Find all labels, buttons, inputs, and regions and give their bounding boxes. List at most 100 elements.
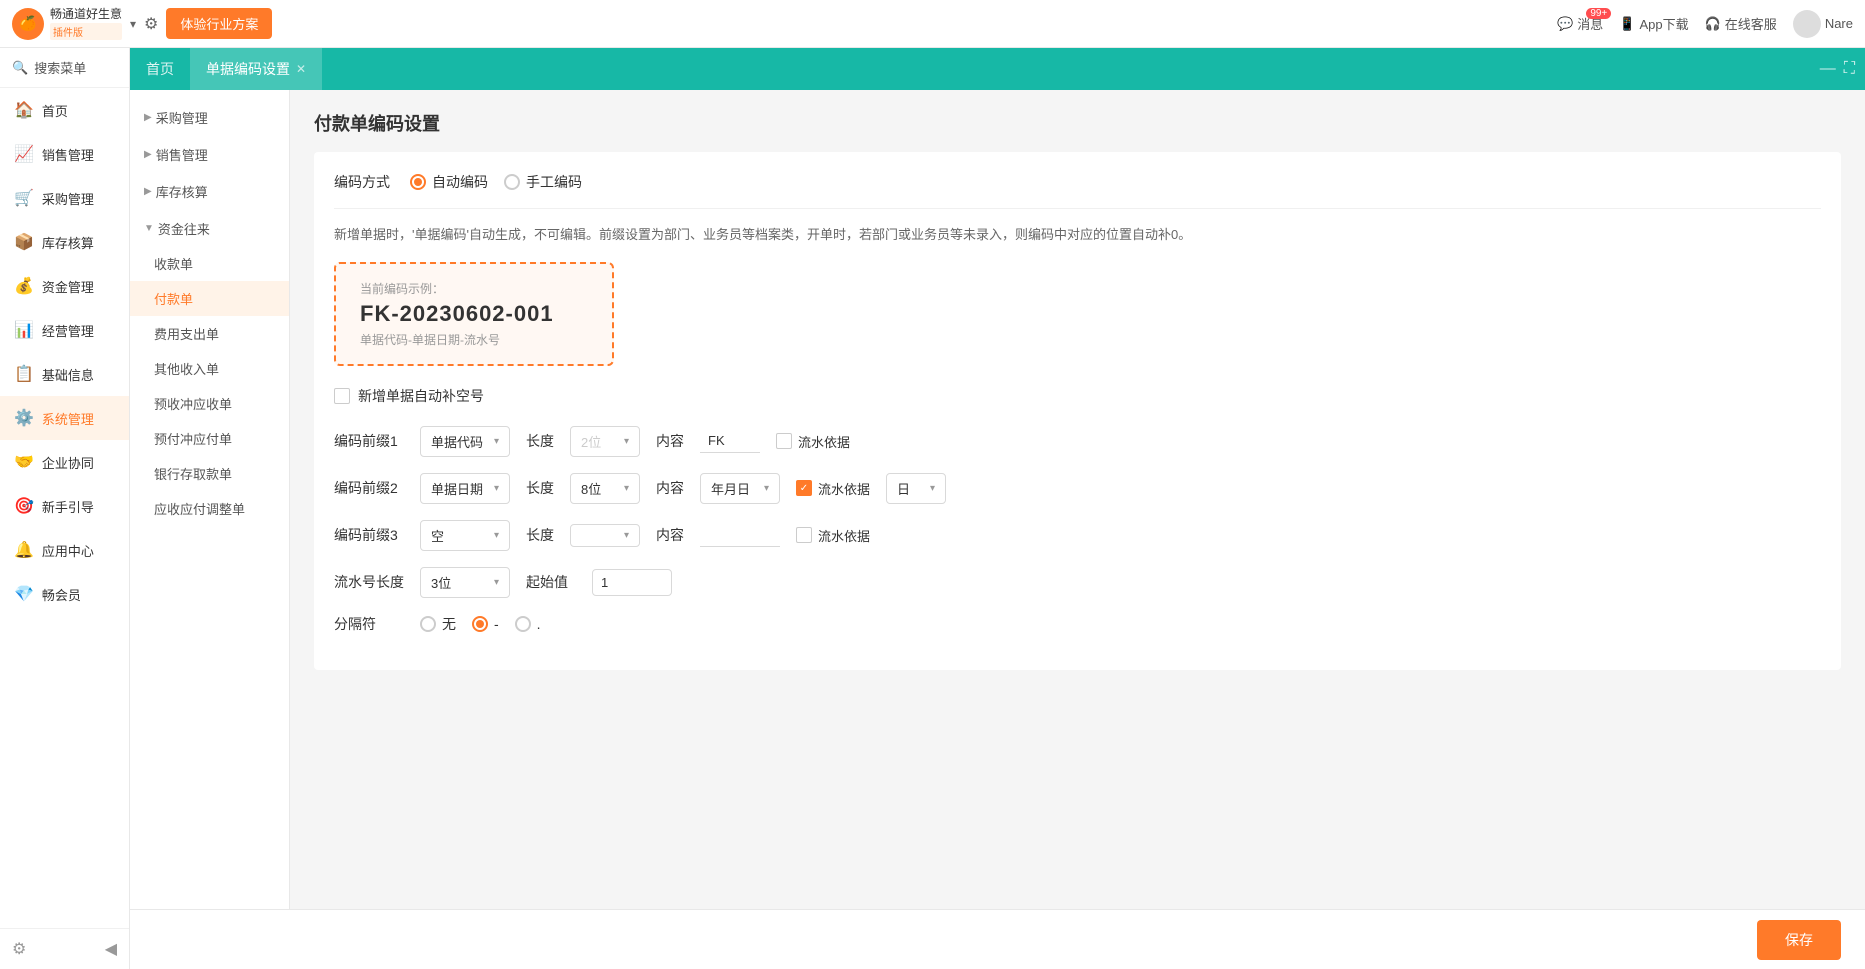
sub-group-sales-title[interactable]: ▶ 销售管理: [130, 137, 289, 172]
prefix1-stream-cb: [776, 433, 792, 449]
minimize-icon[interactable]: —: [1820, 60, 1836, 78]
inventory-icon: 📦: [14, 232, 34, 252]
prefix3-length-select[interactable]: ▾: [570, 524, 640, 547]
tab-close-icon[interactable]: ✕: [296, 62, 306, 76]
prefix3-select[interactable]: 空 ▾: [420, 520, 510, 551]
prefix2-select[interactable]: 单据日期 ▾: [420, 473, 510, 504]
sub-item-other-income[interactable]: 其他收入单: [130, 351, 289, 386]
sidebar-item-basic[interactable]: 📋 基础信息: [0, 352, 129, 396]
sidebar-item-system[interactable]: ⚙️ 系统管理: [0, 396, 129, 440]
settings-icon[interactable]: ⚙: [144, 14, 158, 34]
sidebar-item-label: 库存核算: [42, 233, 94, 252]
message-button[interactable]: 💬 消息 99+: [1557, 14, 1603, 33]
prefix3-label: 编码前缀3: [334, 525, 404, 545]
auto-fill-label: 新增单据自动补空号: [358, 386, 484, 406]
auto-code-radio[interactable]: 自动编码: [410, 172, 488, 192]
online-service-button[interactable]: 🎧 在线客服: [1705, 14, 1777, 33]
sidebar-item-apps[interactable]: 🔔 应用中心: [0, 528, 129, 572]
sub-item-receipt[interactable]: 收款单: [130, 246, 289, 281]
search-menu-label: 搜索菜单: [34, 58, 86, 77]
sidebar-item-home[interactable]: 🏠 首页: [0, 88, 129, 132]
prefix1-length-label: 长度: [526, 431, 554, 451]
prefix2-unit-select[interactable]: 日 ▾: [886, 473, 946, 504]
collapse-arrow-icon: ▼: [144, 223, 154, 234]
sub-item-pre-pay[interactable]: 预付冲应付单: [130, 421, 289, 456]
sidebar-nav: 🏠 首页 📈 销售管理 🛒 采购管理 📦 库存核算 💰 资金管理 📊 经: [0, 88, 129, 928]
maximize-icon[interactable]: ⛶: [1844, 60, 1855, 78]
sub-item-expense[interactable]: 费用支出单: [130, 316, 289, 351]
sidebar: 🔍 搜索菜单 🏠 首页 📈 销售管理 🛒 采购管理 📦 库存核算 💰: [0, 48, 130, 969]
brand-tag: 插件版: [50, 23, 122, 40]
top-bar-left: 🍊 畅通道好生意 插件版 ▾ ⚙ 体验行业方案: [12, 7, 272, 40]
tab-home[interactable]: 首页: [130, 48, 190, 90]
sidebar-item-enterprise[interactable]: 🤝 企业协同: [0, 440, 129, 484]
message-badge: 99+: [1586, 8, 1611, 19]
prefix3-stream-checkbox[interactable]: 流水依据: [796, 526, 870, 545]
prefix1-label: 编码前缀1: [334, 431, 404, 451]
sidebar-item-inventory[interactable]: 📦 库存核算: [0, 220, 129, 264]
sub-item-bank-label: 银行存取款单: [154, 467, 232, 482]
prefix1-content-input[interactable]: [700, 429, 760, 453]
start-value-input[interactable]: [592, 569, 672, 596]
sep-dot-label: -: [494, 616, 499, 632]
save-button[interactable]: 保存: [1757, 920, 1841, 960]
main-content: 付款单编码设置 编码方式 自动编码 手工编码: [290, 90, 1865, 909]
sidebar-item-member[interactable]: 💎 畅会员: [0, 572, 129, 616]
separator-radios: 无 - .: [420, 614, 541, 634]
serial-length-value: 3位: [431, 573, 451, 592]
sub-item-pre-pay-label: 预付冲应付单: [154, 432, 232, 447]
prefix1-stream-checkbox[interactable]: 流水依据: [776, 432, 850, 451]
start-value-label: 起始值: [526, 572, 576, 592]
guide-icon: 🎯: [14, 496, 34, 516]
sub-group-stock-title[interactable]: ▶ 库存核算: [130, 174, 289, 209]
manual-code-radio-dot: [504, 174, 520, 190]
sub-item-pre-receive[interactable]: 预收冲应收单: [130, 386, 289, 421]
prefix2-content-select[interactable]: 年月日 ▾: [700, 473, 780, 504]
app-download-button[interactable]: 📱 App下载: [1619, 14, 1688, 33]
sub-group-funds-title[interactable]: ▼ 资金往来: [130, 211, 289, 246]
user-area[interactable]: Nare: [1793, 10, 1853, 38]
sub-item-payment[interactable]: 付款单: [130, 281, 289, 316]
sep-dash-label: .: [537, 616, 541, 632]
prefix3-length-label: 长度: [526, 525, 554, 545]
preview-desc: 单据代码-单据日期-流水号: [360, 331, 588, 348]
sidebar-item-purchase[interactable]: 🛒 采购管理: [0, 176, 129, 220]
dropdown-arrow-icon[interactable]: ▾: [130, 17, 136, 31]
prefix2-unit-value: 日: [897, 479, 910, 498]
sidebar-item-operation[interactable]: 📊 经营管理: [0, 308, 129, 352]
manual-code-radio[interactable]: 手工编码: [504, 172, 582, 192]
serial-length-select[interactable]: 3位 ▾: [420, 567, 510, 598]
sub-item-bank[interactable]: 银行存取款单: [130, 456, 289, 491]
prefix1-length-select[interactable]: 2位 ▾: [570, 426, 640, 457]
serial-length-row: 流水号长度 3位 ▾ 起始值: [334, 567, 1821, 598]
sub-item-adjustment[interactable]: 应收应付调整单: [130, 491, 289, 526]
prefix2-stream-checkbox[interactable]: ✓ 流水依据: [796, 479, 870, 498]
sidebar-item-label: 系统管理: [42, 409, 94, 428]
settings-bottom-icon[interactable]: ⚙: [12, 939, 26, 959]
sidebar-item-label: 采购管理: [42, 189, 94, 208]
sidebar-item-label: 企业协同: [42, 453, 94, 472]
sub-group-purchase-title[interactable]: ▶ 采购管理: [130, 100, 289, 135]
prefix3-row: 编码前缀3 空 ▾ 长度 ▾ 内容: [334, 520, 1821, 551]
sidebar-item-guide[interactable]: 🎯 新手引导: [0, 484, 129, 528]
prefix3-content-input[interactable]: [700, 523, 780, 547]
serial-length-label: 流水号长度: [334, 572, 404, 592]
sep-none-radio[interactable]: 无: [420, 614, 456, 634]
auto-fill-checkbox[interactable]: [334, 388, 350, 404]
sep-dot-radio[interactable]: -: [472, 616, 499, 632]
prefix2-length-select[interactable]: 8位 ▾: [570, 473, 640, 504]
search-menu[interactable]: 🔍 搜索菜单: [0, 48, 129, 88]
collapse-icon[interactable]: ◀: [105, 939, 117, 959]
sidebar-item-finance[interactable]: 💰 资金管理: [0, 264, 129, 308]
purchase-icon: 🛒: [14, 188, 34, 208]
sidebar-item-sales[interactable]: 📈 销售管理: [0, 132, 129, 176]
sub-item-adjustment-label: 应收应付调整单: [154, 502, 245, 517]
prefix1-select[interactable]: 单据代码 ▾: [420, 426, 510, 457]
preview-label: 当前编码示例：: [360, 280, 588, 297]
prefix2-value: 单据日期: [431, 479, 483, 498]
prefix2-label: 编码前缀2: [334, 478, 404, 498]
tab-encoding-settings[interactable]: 单据编码设置 ✕: [190, 48, 322, 90]
trial-button[interactable]: 体验行业方案: [166, 8, 272, 39]
sep-dash-radio[interactable]: .: [515, 616, 541, 632]
chevron-down-icon: ▾: [494, 530, 499, 541]
